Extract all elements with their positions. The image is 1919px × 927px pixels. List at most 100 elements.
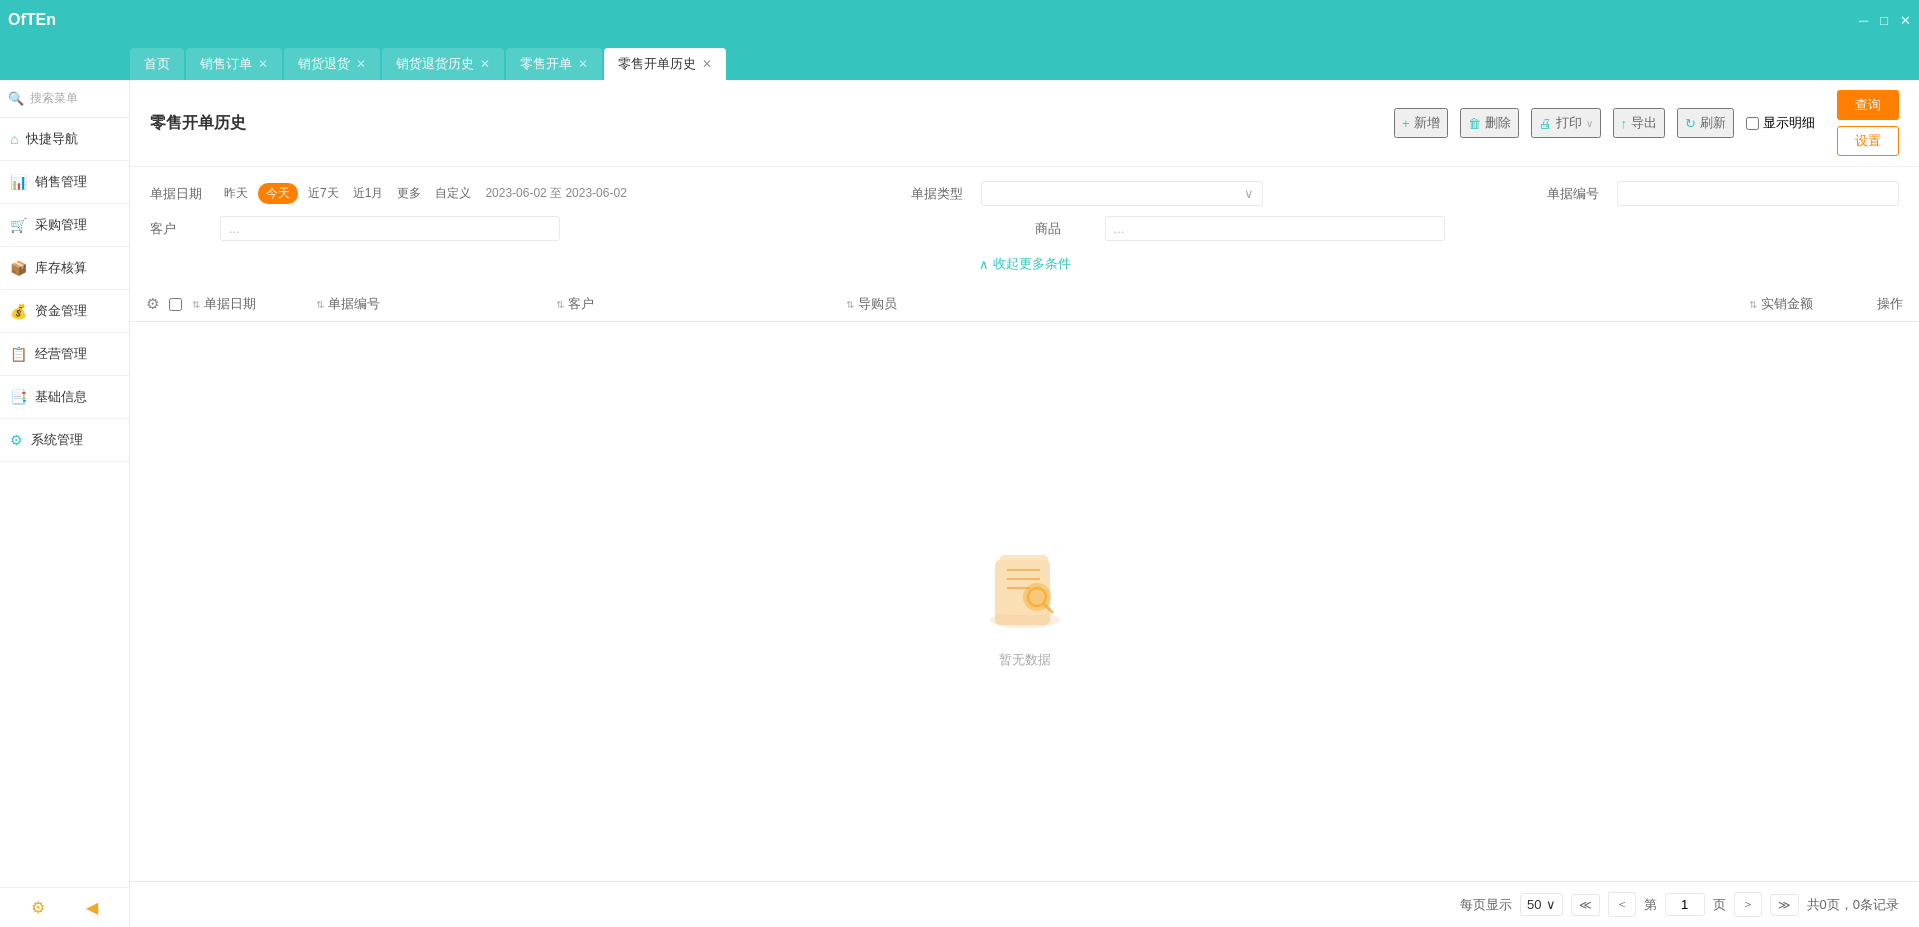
sidebar-item-system[interactable]: ⚙ 系统管理	[0, 419, 129, 462]
print-icon: 🖨	[1539, 116, 1552, 131]
empty-illustration	[975, 535, 1075, 635]
tab-return[interactable]: 销货退货 ✕	[284, 48, 380, 80]
page-label: 页	[1713, 896, 1726, 914]
col-date[interactable]: ⇅ 单据日期	[192, 295, 256, 313]
app-brand: OfTEn	[8, 11, 56, 29]
sidebar-item-inventory[interactable]: 📦 库存核算	[0, 247, 129, 290]
sidebar-item-operation[interactable]: 📋 经营管理	[0, 333, 129, 376]
prev-page-button[interactable]: ＜	[1608, 892, 1636, 917]
sidebar-item-basic[interactable]: 📑 基础信息	[0, 376, 129, 419]
sidebar-item-label-inventory: 库存核算	[35, 259, 87, 277]
date-option-yesterday[interactable]: 昨天	[220, 183, 252, 204]
per-page-select[interactable]: 50 ∨	[1520, 893, 1562, 916]
tab-home[interactable]: 首页	[130, 48, 184, 80]
content-area: 零售开单历史 + 新增 🗑 删除 🖨 打印 ∨ ↑ 导出	[130, 80, 1919, 927]
empty-state: 暂无数据	[130, 322, 1919, 881]
close-icon[interactable]: ✕	[1900, 13, 1911, 28]
tab-retail-order[interactable]: 零售开单 ✕	[506, 48, 602, 80]
date-option-custom[interactable]: 自定义	[431, 183, 475, 204]
date-option-more[interactable]: 更多	[393, 183, 425, 204]
per-page-value: 50	[1527, 897, 1541, 912]
export-button[interactable]: ↑ 导出	[1613, 108, 1666, 138]
display-detail-label: 显示明细	[1763, 114, 1815, 132]
add-icon: +	[1402, 116, 1410, 131]
sidebar-item-sales[interactable]: 📊 销售管理	[0, 161, 129, 204]
settings-button[interactable]: 设置	[1837, 126, 1899, 156]
sidebar-item-label-quick-nav: 快捷导航	[26, 130, 78, 148]
page-number-input[interactable]	[1665, 893, 1705, 916]
table-header-row: ⚙ ⇅ 单据日期 ⇅ 单据编号 ⇅ 客户 ⇅ 导购员	[130, 287, 1919, 322]
filter-collapse-btn[interactable]: ∧ 收起更多条件	[150, 251, 1899, 277]
tab-sales-order-close[interactable]: ✕	[258, 57, 268, 71]
display-detail-checkbox[interactable]	[1746, 117, 1759, 130]
sort-icon-date: ⇅	[192, 299, 200, 310]
refresh-label: 刷新	[1700, 114, 1726, 132]
tab-sales-order[interactable]: 销售订单 ✕	[186, 48, 282, 80]
number-filter-input[interactable]	[1617, 181, 1899, 206]
sidebar-search[interactable]: 🔍 搜索菜单	[0, 80, 129, 118]
inventory-icon: 📦	[10, 260, 27, 276]
filter-area: 单据日期 昨天 今天 近7天 近1月 更多 自定义 2023-06-02 至 2…	[130, 167, 1919, 287]
col-number[interactable]: ⇅ 单据编号	[316, 295, 516, 313]
col-date-label: 单据日期	[204, 295, 256, 313]
select-all-checkbox[interactable]	[169, 298, 182, 311]
sidebar: 🔍 搜索菜单 ⌂ 快捷导航 📊 销售管理 🛒 采购管理 📦 库存核算 💰 资金管…	[0, 80, 130, 927]
sidebar-item-label-operation: 经营管理	[35, 345, 87, 363]
print-button[interactable]: 🖨 打印 ∨	[1531, 108, 1601, 138]
empty-text: 暂无数据	[999, 651, 1051, 669]
tab-return-history[interactable]: 销货退货历史 ✕	[382, 48, 504, 80]
next-page-button[interactable]: ＞	[1734, 892, 1762, 917]
sort-icon-customer: ⇅	[556, 299, 564, 310]
customer-filter-placeholder: ...	[229, 221, 240, 236]
sidebar-collapse-icon[interactable]: ◀	[86, 898, 98, 917]
tab-sales-order-label: 销售订单	[200, 55, 252, 73]
date-option-7days[interactable]: 近7天	[304, 183, 343, 204]
sidebar-item-quick-nav[interactable]: ⌂ 快捷导航	[0, 118, 129, 161]
sidebar-search-label: 搜索菜单	[30, 90, 78, 107]
table-settings-icon[interactable]: ⚙	[146, 295, 159, 313]
tab-bar: 首页 销售订单 ✕ 销货退货 ✕ 销货退货历史 ✕ 零售开单 ✕ 零售开单历史 …	[0, 40, 1919, 80]
date-filter-label: 单据日期	[150, 185, 220, 203]
export-label: 导出	[1631, 114, 1657, 132]
type-filter-label: 单据类型	[911, 185, 981, 203]
display-detail-checkbox-wrap[interactable]: 显示明细	[1746, 114, 1815, 132]
date-option-1month[interactable]: 近1月	[349, 183, 388, 204]
col-salesperson[interactable]: ⇅ 导购员	[846, 295, 1046, 313]
print-arrow-icon[interactable]: ∨	[1586, 118, 1593, 129]
first-page-button[interactable]: ≪	[1571, 894, 1600, 916]
tab-return-close[interactable]: ✕	[356, 57, 366, 71]
filter-row-customer: 客户 ... 商品 ...	[150, 216, 1899, 241]
goods-filter-select[interactable]: ...	[1105, 216, 1445, 241]
date-options: 昨天 今天 近7天 近1月 更多 自定义 2023-06-02 至 2023-0…	[220, 183, 627, 204]
tab-return-label: 销货退货	[298, 55, 350, 73]
purchase-icon: 🛒	[10, 217, 27, 233]
main-layout: 🔍 搜索菜单 ⌂ 快捷导航 📊 销售管理 🛒 采购管理 📦 库存核算 💰 资金管…	[0, 80, 1919, 927]
tab-retail-history-close[interactable]: ✕	[702, 57, 712, 71]
sidebar-item-purchase[interactable]: 🛒 采购管理	[0, 204, 129, 247]
print-label: 打印	[1556, 114, 1582, 132]
tab-retail-history-label: 零售开单历史	[618, 55, 696, 73]
tab-retail-history[interactable]: 零售开单历史 ✕	[604, 48, 726, 80]
query-button[interactable]: 查询	[1837, 90, 1899, 120]
maximize-icon[interactable]: □	[1880, 13, 1888, 28]
sidebar-item-finance[interactable]: 💰 资金管理	[0, 290, 129, 333]
sidebar-bottom: ⚙ ◀	[0, 887, 129, 927]
per-page-label: 每页显示	[1460, 896, 1512, 914]
type-select-arrow: ∨	[1244, 186, 1254, 201]
collapse-label: 收起更多条件	[993, 255, 1071, 273]
refresh-button[interactable]: ↻ 刷新	[1677, 108, 1734, 138]
sort-icon-salesperson: ⇅	[846, 299, 854, 310]
minimize-icon[interactable]: ─	[1859, 13, 1868, 28]
customer-filter-select[interactable]: ...	[220, 216, 560, 241]
delete-button[interactable]: 🗑 删除	[1460, 108, 1519, 138]
col-customer[interactable]: ⇅ 客户	[556, 295, 756, 313]
tab-return-history-close[interactable]: ✕	[480, 57, 490, 71]
sidebar-settings-icon[interactable]: ⚙	[31, 898, 45, 917]
date-option-today[interactable]: 今天	[258, 183, 298, 204]
col-amount[interactable]: ⇅ 实销金额	[1749, 295, 1813, 313]
window-controls: ─ □ ✕	[1859, 13, 1911, 28]
add-button[interactable]: + 新增	[1394, 108, 1448, 138]
type-filter-select[interactable]: ∨	[981, 181, 1263, 206]
tab-retail-order-close[interactable]: ✕	[578, 57, 588, 71]
last-page-button[interactable]: ≫	[1770, 894, 1799, 916]
